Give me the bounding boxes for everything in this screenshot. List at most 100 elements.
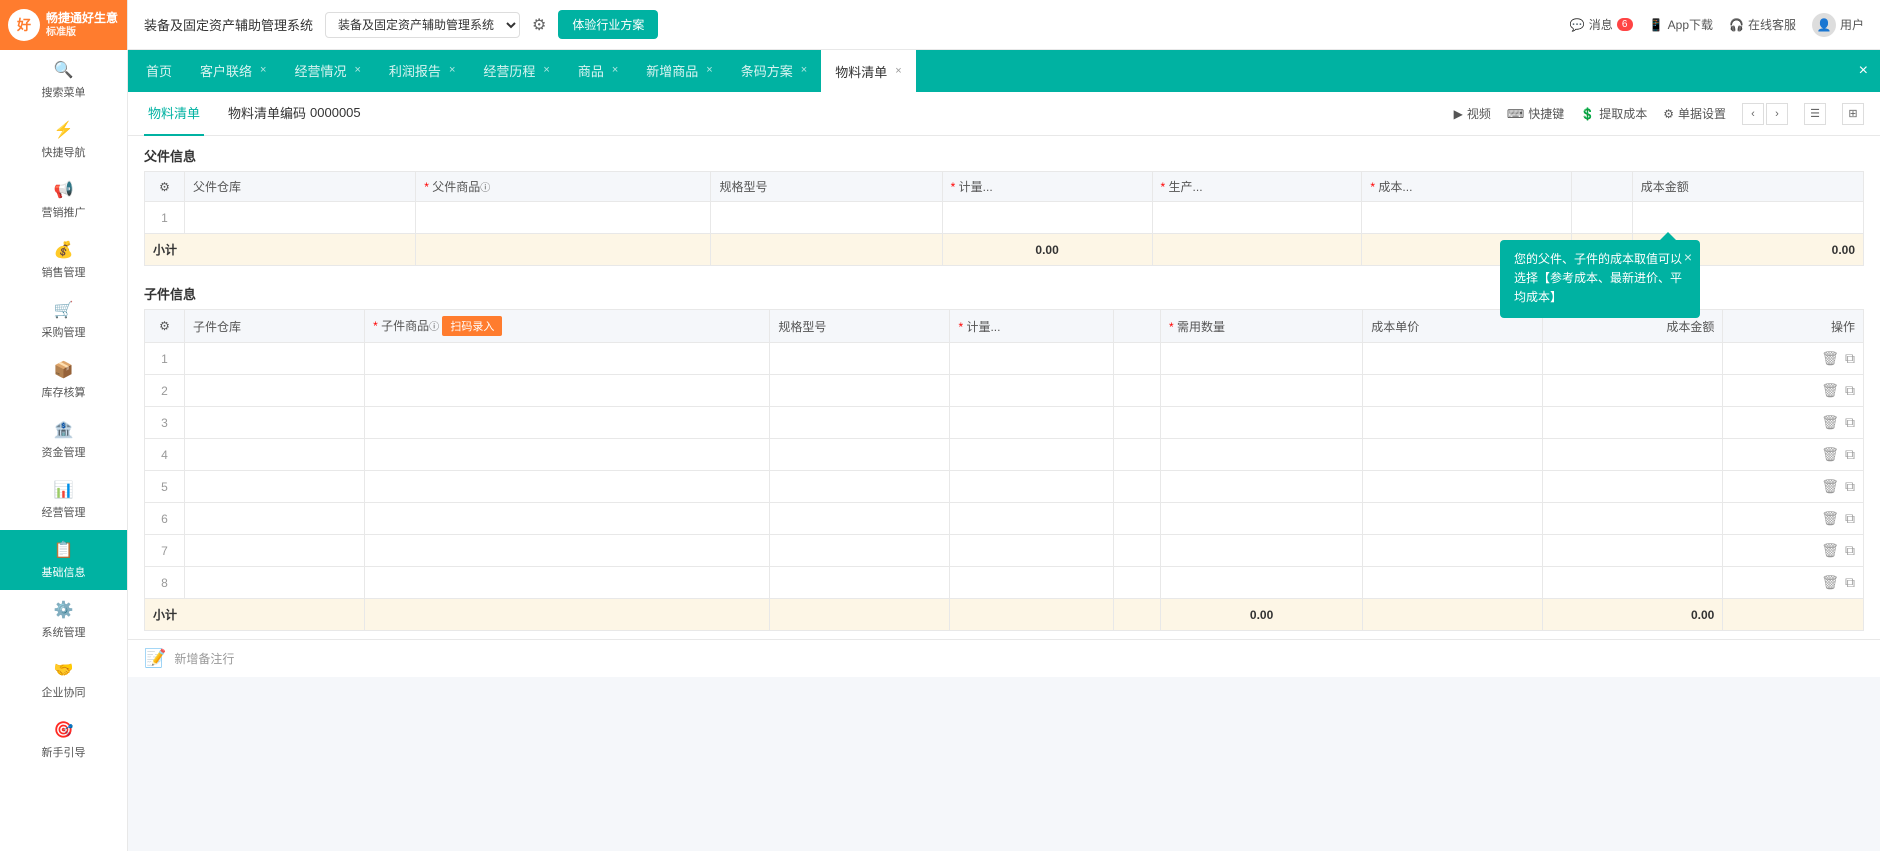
child-unit-cost-cell-3[interactable] (1363, 407, 1543, 439)
delete-row-icon-1[interactable]: 🗑 (1821, 350, 1839, 367)
delete-row-icon-4[interactable]: 🗑 (1821, 446, 1839, 463)
child-spec-cell-6[interactable] (770, 503, 950, 535)
child-warehouse-cell-7[interactable] (185, 535, 365, 567)
tab-profit[interactable]: 利润报告 × (375, 50, 469, 92)
child-warehouse-cell-3[interactable] (185, 407, 365, 439)
parent-qty-cell[interactable] (942, 202, 1152, 234)
copy-row-icon-5[interactable]: ⧉ (1845, 478, 1855, 495)
child-qty-cell-8[interactable] (950, 567, 1113, 599)
parent-spec-cell[interactable] (711, 202, 942, 234)
sidebar-item-search[interactable]: 🔍 搜索菜单 (0, 50, 127, 110)
delete-row-icon-8[interactable]: 🗑 (1821, 574, 1839, 591)
list-view-button[interactable]: ☰ (1804, 103, 1826, 125)
view-video-link[interactable]: ▶ 视频 (1454, 105, 1491, 122)
copy-row-icon-2[interactable]: ⧉ (1845, 382, 1855, 399)
tooltip-close-button[interactable]: × (1684, 246, 1692, 268)
child-warehouse-cell-6[interactable] (185, 503, 365, 535)
sidebar-item-sales[interactable]: 💰 销售管理 (0, 230, 127, 290)
child-cost-amount-cell-2[interactable] (1543, 375, 1723, 407)
child-product-cell-1[interactable] (365, 343, 770, 375)
child-unit-cost-cell-4[interactable] (1363, 439, 1543, 471)
sidebar-item-inventory[interactable]: 📦 库存核算 (0, 350, 127, 410)
online-service-button[interactable]: 🎧 在线客服 (1729, 16, 1796, 33)
child-qty-cell-6[interactable] (950, 503, 1113, 535)
sidebar-item-purchase[interactable]: 🛒 采购管理 (0, 290, 127, 350)
child-cost-amount-cell-3[interactable] (1543, 407, 1723, 439)
copy-row-icon-1[interactable]: ⧉ (1845, 350, 1855, 367)
parent-cost-amount-cell[interactable] (1632, 202, 1863, 234)
sub-tab-bom-code[interactable]: 物料清单编码 0000005 (224, 92, 365, 136)
sidebar-item-guide[interactable]: 🎯 新手引导 (0, 710, 127, 770)
close-barcode-tab-icon[interactable]: × (801, 64, 807, 76)
child-spec-cell-7[interactable] (770, 535, 950, 567)
close-profit-tab-icon[interactable]: × (449, 64, 455, 76)
child-unit-cost-cell-7[interactable] (1363, 535, 1543, 567)
tab-products[interactable]: 商品 × (564, 50, 632, 92)
child-needed-qty-cell-5[interactable] (1160, 471, 1362, 503)
system-selector[interactable]: 装备及固定资产辅助管理系统 (325, 12, 520, 38)
scan-input-button[interactable]: 扫码录入 (442, 316, 502, 336)
sub-tab-bom-list[interactable]: 物料清单 (144, 92, 204, 136)
child-unit-cost-cell-1[interactable] (1363, 343, 1543, 375)
child-qty-cell-7[interactable] (950, 535, 1113, 567)
sidebar-item-finance[interactable]: 🏦 资金管理 (0, 410, 127, 470)
child-unit-cost-cell-8[interactable] (1363, 567, 1543, 599)
child-spec-cell-4[interactable] (770, 439, 950, 471)
close-operations-tab-icon[interactable]: × (354, 64, 360, 76)
shortcut-link[interactable]: ⌨ 快捷键 (1507, 105, 1564, 122)
parent-cost-cell[interactable] (1362, 202, 1572, 234)
child-unit-cost-cell-6[interactable] (1363, 503, 1543, 535)
child-spec-cell-1[interactable] (770, 343, 950, 375)
child-qty-cell-2[interactable] (950, 375, 1113, 407)
sidebar-item-enterprise[interactable]: 🤝 企业协同 (0, 650, 127, 710)
child-needed-qty-cell-1[interactable] (1160, 343, 1362, 375)
child-needed-qty-cell-8[interactable] (1160, 567, 1362, 599)
tab-bom[interactable]: 物料清单 × (821, 50, 915, 92)
child-needed-qty-cell-4[interactable] (1160, 439, 1362, 471)
child-unit-cost-cell-2[interactable] (1363, 375, 1543, 407)
tab-operations[interactable]: 经营情况 × (280, 50, 374, 92)
tab-barcode[interactable]: 条码方案 × (727, 50, 821, 92)
child-needed-qty-cell-2[interactable] (1160, 375, 1362, 407)
child-spec-cell-8[interactable] (770, 567, 950, 599)
child-cost-amount-cell-5[interactable] (1543, 471, 1723, 503)
child-cost-amount-cell-7[interactable] (1543, 535, 1723, 567)
tab-history[interactable]: 经营历程 × (469, 50, 563, 92)
sidebar-item-marketing[interactable]: 📢 营销推广 (0, 170, 127, 230)
single-settings-link[interactable]: ⚙ 单据设置 (1663, 105, 1726, 122)
expand-button[interactable]: ⊞ (1842, 103, 1864, 125)
copy-row-icon-4[interactable]: ⧉ (1845, 446, 1855, 463)
close-new-product-tab-icon[interactable]: × (706, 64, 712, 76)
delete-row-icon-3[interactable]: 🗑 (1821, 414, 1839, 431)
add-note-label[interactable]: 新增备注行 (174, 650, 234, 667)
settings-gear-icon[interactable]: ⚙ (532, 15, 546, 35)
app-download-button[interactable]: 📱 App下载 (1649, 16, 1713, 33)
copy-row-icon-6[interactable]: ⧉ (1845, 510, 1855, 527)
prev-record-button[interactable]: ‹ (1742, 103, 1764, 125)
child-warehouse-cell-2[interactable] (185, 375, 365, 407)
child-spec-cell-5[interactable] (770, 471, 950, 503)
next-record-button[interactable]: › (1766, 103, 1788, 125)
child-qty-cell-3[interactable] (950, 407, 1113, 439)
child-warehouse-cell-4[interactable] (185, 439, 365, 471)
delete-row-icon-5[interactable]: 🗑 (1821, 478, 1839, 495)
user-menu[interactable]: 👤 用户 (1812, 13, 1864, 37)
child-cost-amount-cell-6[interactable] (1543, 503, 1723, 535)
tab-customers[interactable]: 客户联络 × (186, 50, 280, 92)
delete-row-icon-2[interactable]: 🗑 (1821, 382, 1839, 399)
child-warehouse-cell-1[interactable] (185, 343, 365, 375)
delete-row-icon-7[interactable]: 🗑 (1821, 542, 1839, 559)
child-warehouse-cell-8[interactable] (185, 567, 365, 599)
child-needed-qty-cell-6[interactable] (1160, 503, 1362, 535)
child-product-cell-6[interactable] (365, 503, 770, 535)
sidebar-item-basic-info[interactable]: 📋 基础信息 (0, 530, 127, 590)
sidebar-item-system[interactable]: ⚙️ 系统管理 (0, 590, 127, 650)
tab-new-product[interactable]: 新增商品 × (632, 50, 726, 92)
sidebar-item-operations[interactable]: 📊 经营管理 (0, 470, 127, 530)
child-warehouse-cell-5[interactable] (185, 471, 365, 503)
message-button[interactable]: 💬 消息 6 (1570, 16, 1633, 33)
child-cost-amount-cell-4[interactable] (1543, 439, 1723, 471)
child-spec-cell-3[interactable] (770, 407, 950, 439)
close-products-tab-icon[interactable]: × (612, 64, 618, 76)
parent-warehouse-cell[interactable] (185, 202, 416, 234)
